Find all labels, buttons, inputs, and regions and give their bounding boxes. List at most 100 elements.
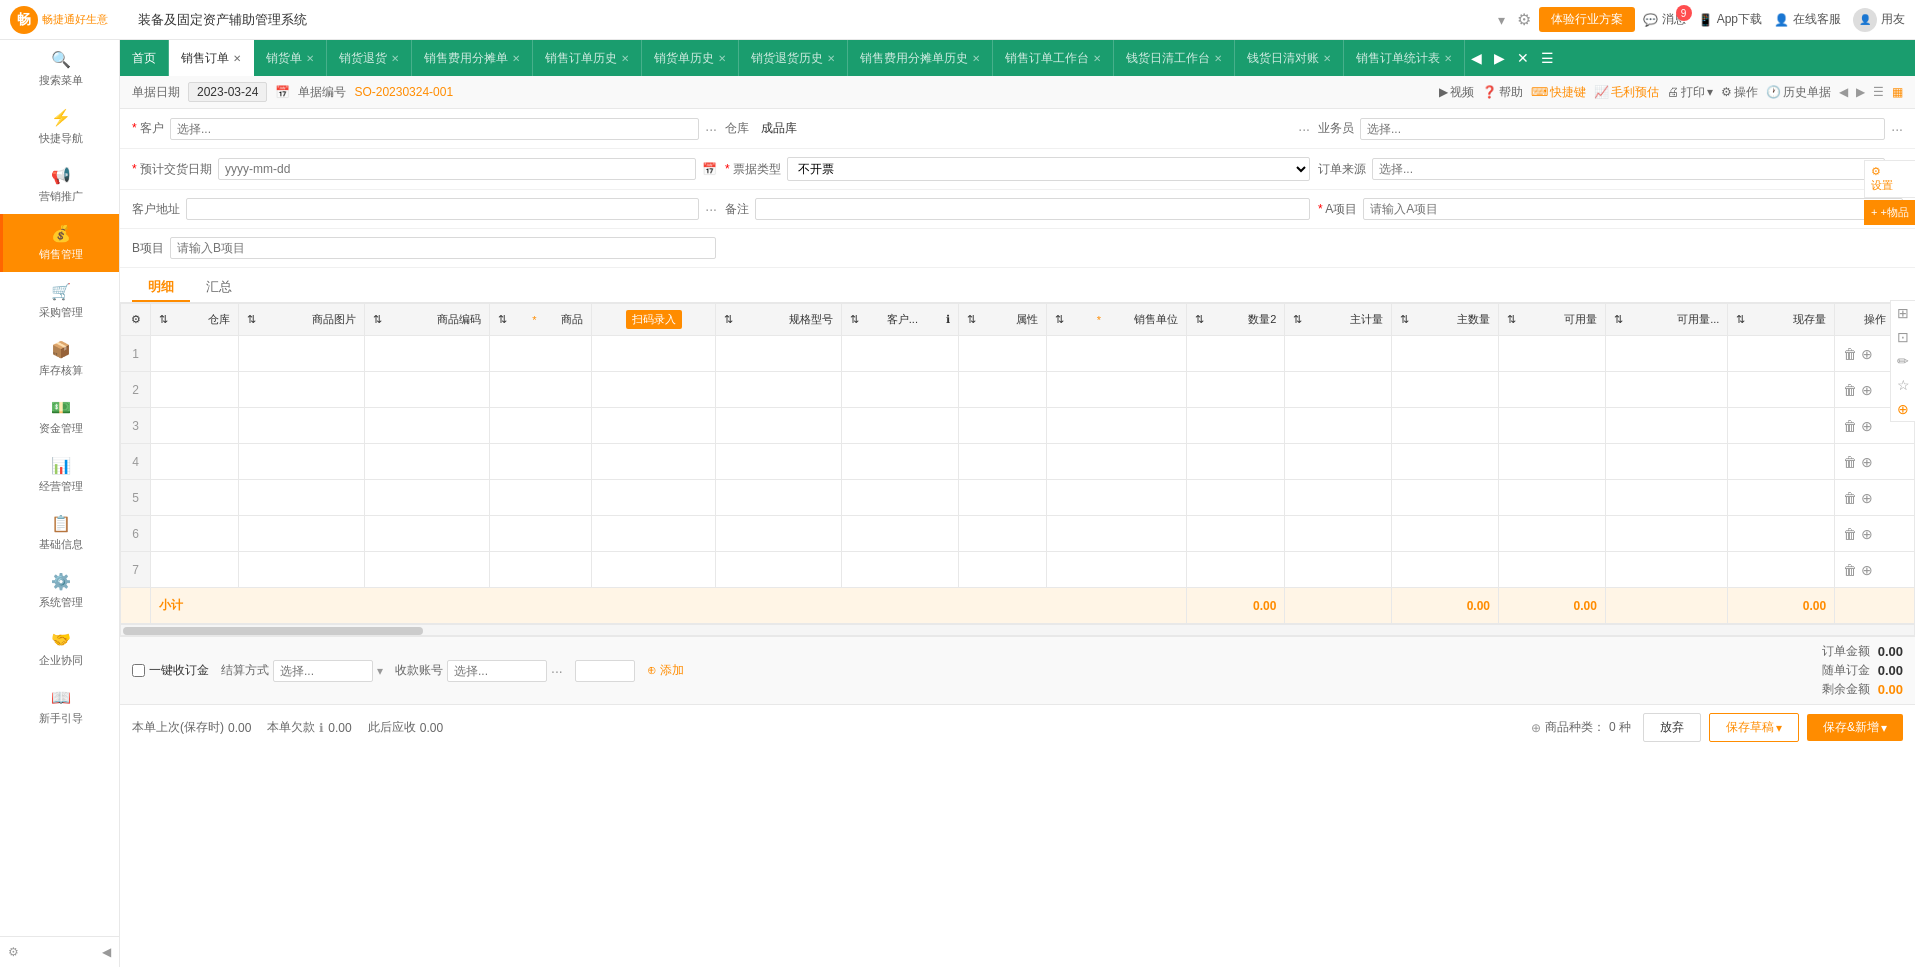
tab-close-sales-return[interactable]: ✕ xyxy=(391,53,399,64)
discard-btn[interactable]: 放弃 xyxy=(1643,713,1701,742)
row-6-qty2[interactable] xyxy=(1186,516,1285,552)
row-6-unit[interactable] xyxy=(1047,516,1187,552)
add-btn[interactable]: ⊕ 添加 xyxy=(647,662,684,679)
row-1-attr[interactable] xyxy=(959,336,1047,372)
sidebar-item-inventory[interactable]: 📦 库存核算 xyxy=(0,330,119,388)
tab-close-return-history[interactable]: ✕ xyxy=(827,53,835,64)
row-4-main-unit[interactable] xyxy=(1285,444,1392,480)
row-7-product[interactable] xyxy=(490,552,592,588)
tab-prev-btn[interactable]: ◀ xyxy=(1465,40,1488,76)
tab-sales-invoice[interactable]: 销货单 ✕ xyxy=(254,40,327,76)
row-5-available[interactable] xyxy=(1499,480,1606,516)
addr-dots-btn[interactable]: ··· xyxy=(705,201,717,217)
th-product-img[interactable]: ⇅商品图片 xyxy=(239,304,365,336)
b-project-input[interactable] xyxy=(170,237,716,259)
row-7-code[interactable] xyxy=(364,552,490,588)
tab-close-order-history[interactable]: ✕ xyxy=(621,53,629,64)
row-1-main-unit[interactable] xyxy=(1285,336,1392,372)
row-5-attr[interactable] xyxy=(959,480,1047,516)
row-2-copy-icon[interactable]: ⊕ xyxy=(1861,382,1873,398)
scan-btn[interactable]: 扫码录入 xyxy=(626,310,682,329)
row-7-stock[interactable] xyxy=(1728,552,1835,588)
print-link[interactable]: 🖨 打印 ▾ xyxy=(1667,84,1713,101)
row-7-qty2[interactable] xyxy=(1186,552,1285,588)
row-2-delete-icon[interactable]: 🗑 xyxy=(1843,382,1857,398)
row-3-main-unit[interactable] xyxy=(1285,408,1392,444)
row-4-stock[interactable] xyxy=(1728,444,1835,480)
row-3-warehouse[interactable] xyxy=(151,408,239,444)
row-7-main-unit[interactable] xyxy=(1285,552,1392,588)
row-6-available2[interactable] xyxy=(1605,516,1727,552)
row-1-copy-icon[interactable]: ⊕ xyxy=(1861,346,1873,362)
th-main-qty[interactable]: ⇅主数量 xyxy=(1392,304,1499,336)
row-5-main-unit[interactable] xyxy=(1285,480,1392,516)
order-source-input[interactable] xyxy=(1372,158,1885,180)
th-main-unit[interactable]: ⇅主计量 xyxy=(1285,304,1392,336)
row-5-available2[interactable] xyxy=(1605,480,1727,516)
tab-cashflow-reconcile[interactable]: 钱货日清对账 ✕ xyxy=(1235,40,1344,76)
row-4-available[interactable] xyxy=(1499,444,1606,480)
sidebar-item-system[interactable]: ⚙️ 系统管理 xyxy=(0,562,119,620)
rt-btn-2[interactable]: ⊡ xyxy=(1891,325,1915,349)
row-7-attr[interactable] xyxy=(959,552,1047,588)
one-click-checkbox-label[interactable]: 一键收订金 xyxy=(132,662,209,679)
sidebar-item-sales[interactable]: 💰 销售管理 xyxy=(0,214,119,272)
th-qty2[interactable]: ⇅数量2 xyxy=(1186,304,1285,336)
row-6-customer[interactable] xyxy=(841,516,958,552)
row-6-main-unit[interactable] xyxy=(1285,516,1392,552)
th-product[interactable]: ⇅* 商品 xyxy=(490,304,592,336)
th-available[interactable]: ⇅可用量 xyxy=(1499,304,1606,336)
tab-close-sales-stats[interactable]: ✕ xyxy=(1444,53,1452,64)
settlement-input[interactable] xyxy=(273,660,373,682)
rt-btn-1[interactable]: ⊞ xyxy=(1891,301,1915,325)
tab-close-expense-history[interactable]: ✕ xyxy=(972,53,980,64)
row-2-img[interactable] xyxy=(239,372,365,408)
row-1-product[interactable] xyxy=(490,336,592,372)
row-7-spec[interactable] xyxy=(716,552,842,588)
industry-btn[interactable]: 体验行业方案 xyxy=(1539,7,1635,32)
tab-home[interactable]: 首页 xyxy=(120,40,169,76)
row-4-main-qty[interactable] xyxy=(1392,444,1499,480)
row-4-delete-icon[interactable]: 🗑 xyxy=(1843,454,1857,470)
row-7-customer[interactable] xyxy=(841,552,958,588)
customer-addr-input[interactable] xyxy=(186,198,699,220)
th-scan[interactable]: 扫码录入 xyxy=(592,304,716,336)
save-new-dropdown-icon[interactable]: ▾ xyxy=(1881,721,1887,735)
row-5-qty2[interactable] xyxy=(1186,480,1285,516)
tab-order-workbench[interactable]: 销售订单工作台 ✕ xyxy=(993,40,1114,76)
sidebar-item-enterprise[interactable]: 🤝 企业协同 xyxy=(0,620,119,678)
print-dropdown-icon[interactable]: ▾ xyxy=(1707,85,1713,99)
date-value[interactable]: 2023-03-24 xyxy=(188,82,267,102)
row-3-available2[interactable] xyxy=(1605,408,1727,444)
ticket-select[interactable]: 不开票 xyxy=(787,157,1310,181)
row-6-warehouse[interactable] xyxy=(151,516,239,552)
row-3-attr[interactable] xyxy=(959,408,1047,444)
row-4-available2[interactable] xyxy=(1605,444,1727,480)
nav-next-icon[interactable]: ▶ xyxy=(1856,85,1865,99)
customer-dots-btn[interactable]: ··· xyxy=(705,121,717,137)
row-4-code[interactable] xyxy=(364,444,490,480)
a-project-input[interactable] xyxy=(1363,198,1903,220)
row-5-copy-icon[interactable]: ⊕ xyxy=(1861,490,1873,506)
row-1-scan[interactable] xyxy=(592,336,716,372)
grid-view-icon[interactable]: ▦ xyxy=(1892,85,1903,99)
row-7-available2[interactable] xyxy=(1605,552,1727,588)
list-view-icon[interactable]: ☰ xyxy=(1873,85,1884,99)
tab-close-invoice-history[interactable]: ✕ xyxy=(718,53,726,64)
profit-link[interactable]: 📈 毛利预估 xyxy=(1594,84,1659,101)
row-2-code[interactable] xyxy=(364,372,490,408)
th-warehouse[interactable]: ⇅仓库 xyxy=(151,304,239,336)
horizontal-scrollbar[interactable] xyxy=(120,624,1915,636)
row-1-unit[interactable] xyxy=(1047,336,1187,372)
row-2-scan[interactable] xyxy=(592,372,716,408)
account-input[interactable] xyxy=(447,660,547,682)
row-6-stock[interactable] xyxy=(1728,516,1835,552)
row-5-code[interactable] xyxy=(364,480,490,516)
row-4-qty2[interactable] xyxy=(1186,444,1285,480)
app-download-item[interactable]: 📱 App下载 xyxy=(1698,11,1762,28)
tab-close-cashflow-workbench[interactable]: ✕ xyxy=(1214,53,1222,64)
row-2-available2[interactable] xyxy=(1605,372,1727,408)
save-draft-btn[interactable]: 保存草稿 ▾ xyxy=(1709,713,1799,742)
th-customer[interactable]: ⇅客户...ℹ xyxy=(841,304,958,336)
detail-tab-huizong[interactable]: 汇总 xyxy=(190,274,248,302)
